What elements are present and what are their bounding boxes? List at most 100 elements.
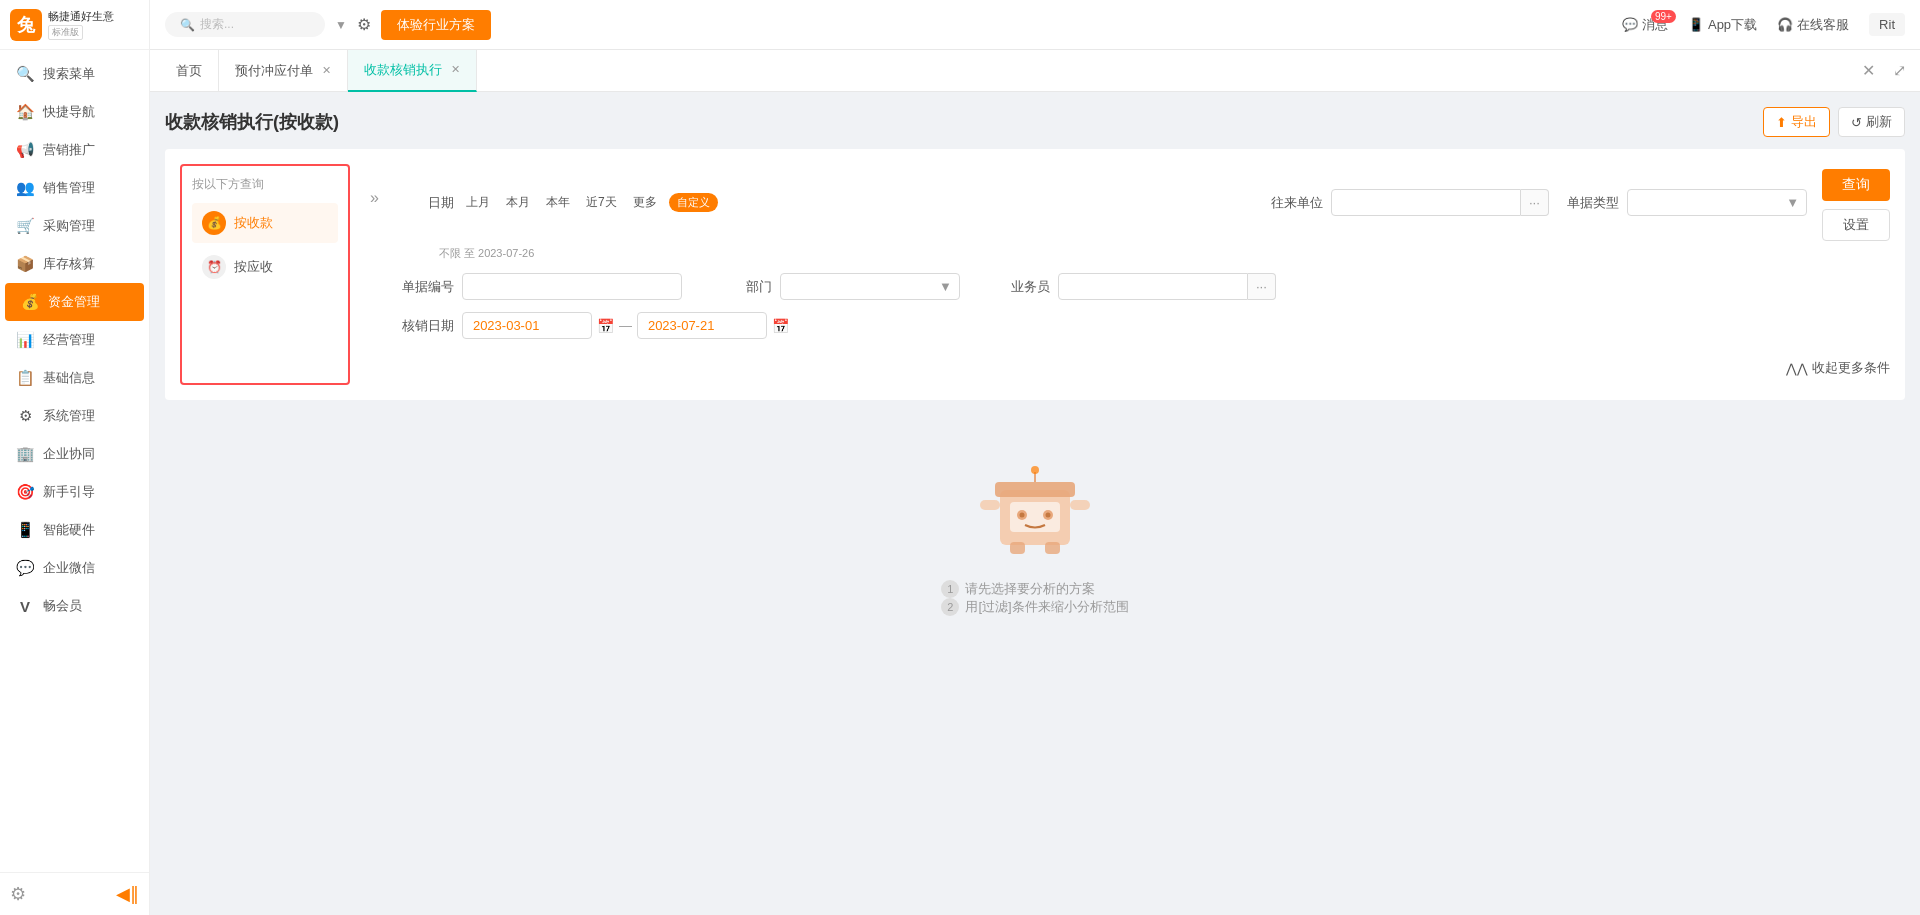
sidebar-item-guide[interactable]: 🎯 新手引导 (0, 473, 149, 511)
writeoff-date-start-input[interactable]: 2023-03-01 (462, 312, 592, 339)
sidebar-item-wechat[interactable]: 💬 企业微信 (0, 549, 149, 587)
sidebar-item-smart[interactable]: 📱 智能硬件 (0, 511, 149, 549)
doc-no-input[interactable] (462, 273, 682, 300)
tab-receipt-close-icon[interactable]: ✕ (451, 63, 460, 76)
svg-point-6 (1046, 513, 1051, 518)
app-name: 畅捷通好生意 (48, 9, 114, 23)
svg-rect-12 (1045, 542, 1060, 554)
writeoff-date-range: 2023-03-01 📅 — 2023-07-21 📅 (462, 312, 789, 339)
writeoff-date-end-input[interactable]: 2023-07-21 (637, 312, 767, 339)
sidebar-item-marketing[interactable]: 📢 营销推广 (0, 131, 149, 169)
collapse-sidebar-btn[interactable]: ◀‖ (116, 883, 139, 905)
sidebar-nav: 🔍 搜索菜单 🏠 快捷导航 📢 营销推广 👥 销售管理 🛒 采购管理 📦 库存核… (0, 50, 149, 872)
tab-bar: 首页 预付冲应付单 ✕ 收款核销执行 ✕ ✕ ⤢ (150, 50, 1920, 92)
svg-rect-11 (1010, 542, 1025, 554)
staff-input-group: ··· (1058, 273, 1276, 300)
query-form: 日期 上月 本月 本年 近7天 更多 自定义 (399, 164, 1890, 385)
dept-select-wrapper: ▼ (780, 273, 960, 300)
tab-prepay-offset[interactable]: 预付冲应付单 ✕ (219, 50, 348, 92)
sidebar-item-operation[interactable]: 📊 经营管理 (0, 321, 149, 359)
query-button[interactable]: 查询 (1822, 169, 1890, 201)
guide-icon: 🎯 (15, 483, 35, 501)
calendar-end-icon[interactable]: 📅 (772, 318, 789, 334)
sidebar-label-member: 畅会员 (43, 597, 82, 615)
page-title: 收款核销执行(按收款) (165, 110, 339, 134)
corp-icon: 🏢 (15, 445, 35, 463)
collapse-more-button[interactable]: ⋀⋀ 收起更多条件 (399, 351, 1890, 385)
doc-type-field: 单据类型 ▼ (1564, 189, 1807, 216)
basic-icon: 📋 (15, 369, 35, 387)
sidebar-logo: 兔 畅捷通好生意 标准版 (0, 0, 149, 50)
staff-input[interactable] (1058, 273, 1248, 300)
filter-area: 按以下方查询 💰 按收款 ⏰ 按应收 » (165, 149, 1905, 400)
step-2-text: 用[过滤]条件来缩小分析范围 (965, 598, 1128, 616)
sidebar-item-search[interactable]: 🔍 搜索菜单 (0, 55, 149, 93)
sidebar-item-member[interactable]: V 畅会员 (0, 587, 149, 625)
doc-no-label: 单据编号 (399, 278, 454, 296)
doc-type-select[interactable] (1627, 189, 1807, 216)
search-icon: 🔍 (180, 18, 195, 32)
message-button[interactable]: 💬 消息 99+ (1622, 16, 1668, 34)
shortcut-this-month[interactable]: 本月 (502, 192, 534, 213)
message-badge: 99+ (1651, 10, 1676, 23)
dept-select[interactable] (780, 273, 960, 300)
counterparty-input[interactable] (1331, 189, 1521, 216)
sidebar-label-inventory: 库存核算 (43, 255, 95, 273)
action-buttons: 查询 设置 (1822, 164, 1890, 241)
shortcut-last-month[interactable]: 上月 (462, 192, 494, 213)
empty-steps: 1 请先选择要分析的方案 2 用[过滤]条件来缩小分析范围 (941, 580, 1128, 616)
settings-footer-icon[interactable]: ⚙ (10, 883, 26, 905)
refresh-icon: ↺ (1851, 115, 1862, 130)
tab-prepay-close-icon[interactable]: ✕ (322, 64, 331, 77)
counterparty-action-btn[interactable]: ··· (1521, 189, 1549, 216)
gear-icon[interactable]: ⚙ (357, 15, 371, 34)
sidebar-item-capital[interactable]: 💰 资金管理 (5, 283, 144, 321)
settings-button[interactable]: 设置 (1822, 209, 1890, 241)
form-row-2: 单据编号 部门 ▼ (399, 273, 1890, 300)
empty-state: 1 请先选择要分析的方案 2 用[过滤]条件来缩小分析范围 (165, 400, 1905, 676)
expand-tab-button[interactable]: ⤢ (1889, 57, 1910, 84)
tab-receipt-offset[interactable]: 收款核销执行 ✕ (348, 50, 477, 92)
sidebar-item-sales[interactable]: 👥 销售管理 (0, 169, 149, 207)
sidebar-item-corp[interactable]: 🏢 企业协同 (0, 435, 149, 473)
search-placeholder: 搜索... (200, 16, 234, 33)
step-1-text: 请先选择要分析的方案 (965, 580, 1095, 598)
staff-action-btn[interactable]: ··· (1248, 273, 1276, 300)
sidebar-label-corp: 企业协同 (43, 445, 95, 463)
filter-option-by-receipt[interactable]: 💰 按收款 (192, 203, 338, 243)
form-row-3: 核销日期 2023-03-01 📅 — 2023-07-21 📅 (399, 312, 1890, 339)
shortcut-this-year[interactable]: 本年 (542, 192, 574, 213)
sidebar-label-marketing: 营销推广 (43, 141, 95, 159)
app-download-button[interactable]: 📱 App下载 (1688, 16, 1757, 34)
svg-rect-1 (995, 482, 1075, 497)
calendar-start-icon[interactable]: 📅 (597, 318, 614, 334)
sidebar-label-purchase: 采购管理 (43, 217, 95, 235)
sidebar-label-quick-nav: 快捷导航 (43, 103, 95, 121)
tab-receipt-label: 收款核销执行 (364, 61, 442, 79)
sidebar-label-capital: 资金管理 (48, 293, 100, 311)
global-search-box[interactable]: 🔍 搜索... (165, 12, 325, 37)
doc-type-select-wrapper: ▼ (1627, 189, 1807, 216)
sidebar-label-sales: 销售管理 (43, 179, 95, 197)
search-icon: 🔍 (15, 65, 35, 83)
sidebar-item-quick-nav[interactable]: 🏠 快捷导航 (0, 93, 149, 131)
user-menu-button[interactable]: Rit (1869, 13, 1905, 36)
sidebar-item-basic[interactable]: 📋 基础信息 (0, 359, 149, 397)
filter-option-by-receivable[interactable]: ⏰ 按应收 (192, 247, 338, 287)
shortcut-more[interactable]: 更多 (629, 192, 661, 213)
industry-solution-button[interactable]: 体验行业方案 (381, 10, 491, 40)
refresh-button[interactable]: ↺ 刷新 (1838, 107, 1905, 137)
filter-panel-collapse-button[interactable]: » (365, 184, 384, 212)
tab-home[interactable]: 首页 (160, 50, 219, 92)
export-button[interactable]: ⬆ 导出 (1763, 107, 1830, 137)
sidebar-item-inventory[interactable]: 📦 库存核算 (0, 245, 149, 283)
sidebar-item-system[interactable]: ⚙ 系统管理 (0, 397, 149, 435)
close-tab-button[interactable]: ✕ (1858, 57, 1879, 84)
online-service-button[interactable]: 🎧 在线客服 (1777, 16, 1849, 34)
page-actions: ⬆ 导出 ↺ 刷新 (1763, 107, 1905, 137)
shortcut-7days[interactable]: 近7天 (582, 192, 621, 213)
sidebar-item-purchase[interactable]: 🛒 采购管理 (0, 207, 149, 245)
doc-no-field: 单据编号 (399, 273, 682, 300)
dropdown-arrow-icon[interactable]: ▼ (335, 18, 347, 32)
date-custom-tag[interactable]: 自定义 (669, 193, 718, 212)
